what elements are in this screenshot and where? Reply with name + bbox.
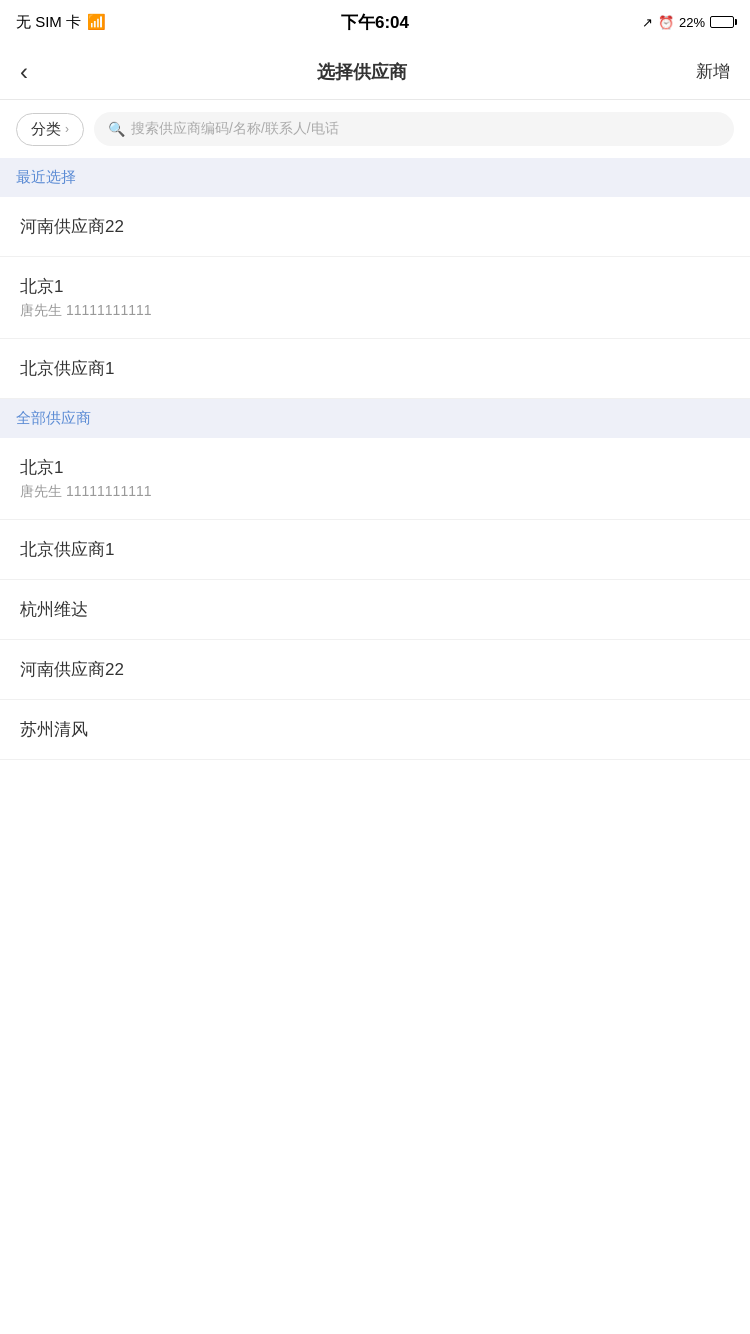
item-name: 苏州清风 <box>20 718 730 741</box>
item-name: 河南供应商22 <box>20 215 730 238</box>
search-placeholder: 搜索供应商编码/名称/联系人/电话 <box>131 120 339 138</box>
chevron-right-icon: › <box>65 122 69 136</box>
item-name: 杭州维达 <box>20 598 730 621</box>
list-item[interactable]: 河南供应商22 <box>0 197 750 257</box>
list-item[interactable]: 河南供应商22 <box>0 640 750 700</box>
battery-percent: 22% <box>679 15 705 30</box>
category-button[interactable]: 分类 › <box>16 113 84 146</box>
location-icon: ↗ <box>642 15 653 30</box>
section-title-recent: 最近选择 <box>16 168 76 185</box>
status-time: 下午6:04 <box>341 11 409 34</box>
battery-bar <box>710 16 734 28</box>
section-title-all: 全部供应商 <box>16 409 91 426</box>
item-sub: 唐先生 11111111111 <box>20 483 730 501</box>
section-header-all: 全部供应商 <box>0 399 750 438</box>
search-icon: 🔍 <box>108 121 125 137</box>
item-sub: 唐先生 11111111111 <box>20 302 730 320</box>
item-name: 北京1 <box>20 275 730 298</box>
add-button[interactable]: 新增 <box>696 60 730 83</box>
nav-bar: ‹ 选择供应商 新增 <box>0 44 750 100</box>
alarm-icon: ⏰ <box>658 15 674 30</box>
list-item[interactable]: 苏州清风 <box>0 700 750 760</box>
list-item[interactable]: 北京1 唐先生 11111111111 <box>0 257 750 339</box>
item-name: 北京供应商1 <box>20 538 730 561</box>
list-item[interactable]: 北京供应商1 <box>0 339 750 399</box>
page-title: 选择供应商 <box>317 60 407 84</box>
sim-text: 无 SIM 卡 <box>16 13 81 32</box>
list-item[interactable]: 北京1 唐先生 11111111111 <box>0 438 750 520</box>
wifi-icon: 📶 <box>87 13 106 31</box>
filter-bar: 分类 › 🔍 搜索供应商编码/名称/联系人/电话 <box>0 100 750 158</box>
sections-container: 最近选择河南供应商22 北京1 唐先生 11111111111 北京供应商1 全部供应商… <box>0 158 750 760</box>
search-box[interactable]: 🔍 搜索供应商编码/名称/联系人/电话 <box>94 112 734 146</box>
back-button[interactable]: ‹ <box>20 58 28 86</box>
item-name: 北京1 <box>20 456 730 479</box>
status-bar: 无 SIM 卡 📶 下午6:04 ↗ ⏰ 22% <box>0 0 750 44</box>
status-right: ↗ ⏰ 22% <box>642 15 734 30</box>
item-name: 河南供应商22 <box>20 658 730 681</box>
status-left: 无 SIM 卡 📶 <box>16 13 106 32</box>
list-item[interactable]: 杭州维达 <box>0 580 750 640</box>
category-label: 分类 <box>31 120 61 139</box>
section-header-recent: 最近选择 <box>0 158 750 197</box>
item-name: 北京供应商1 <box>20 357 730 380</box>
list-item[interactable]: 北京供应商1 <box>0 520 750 580</box>
